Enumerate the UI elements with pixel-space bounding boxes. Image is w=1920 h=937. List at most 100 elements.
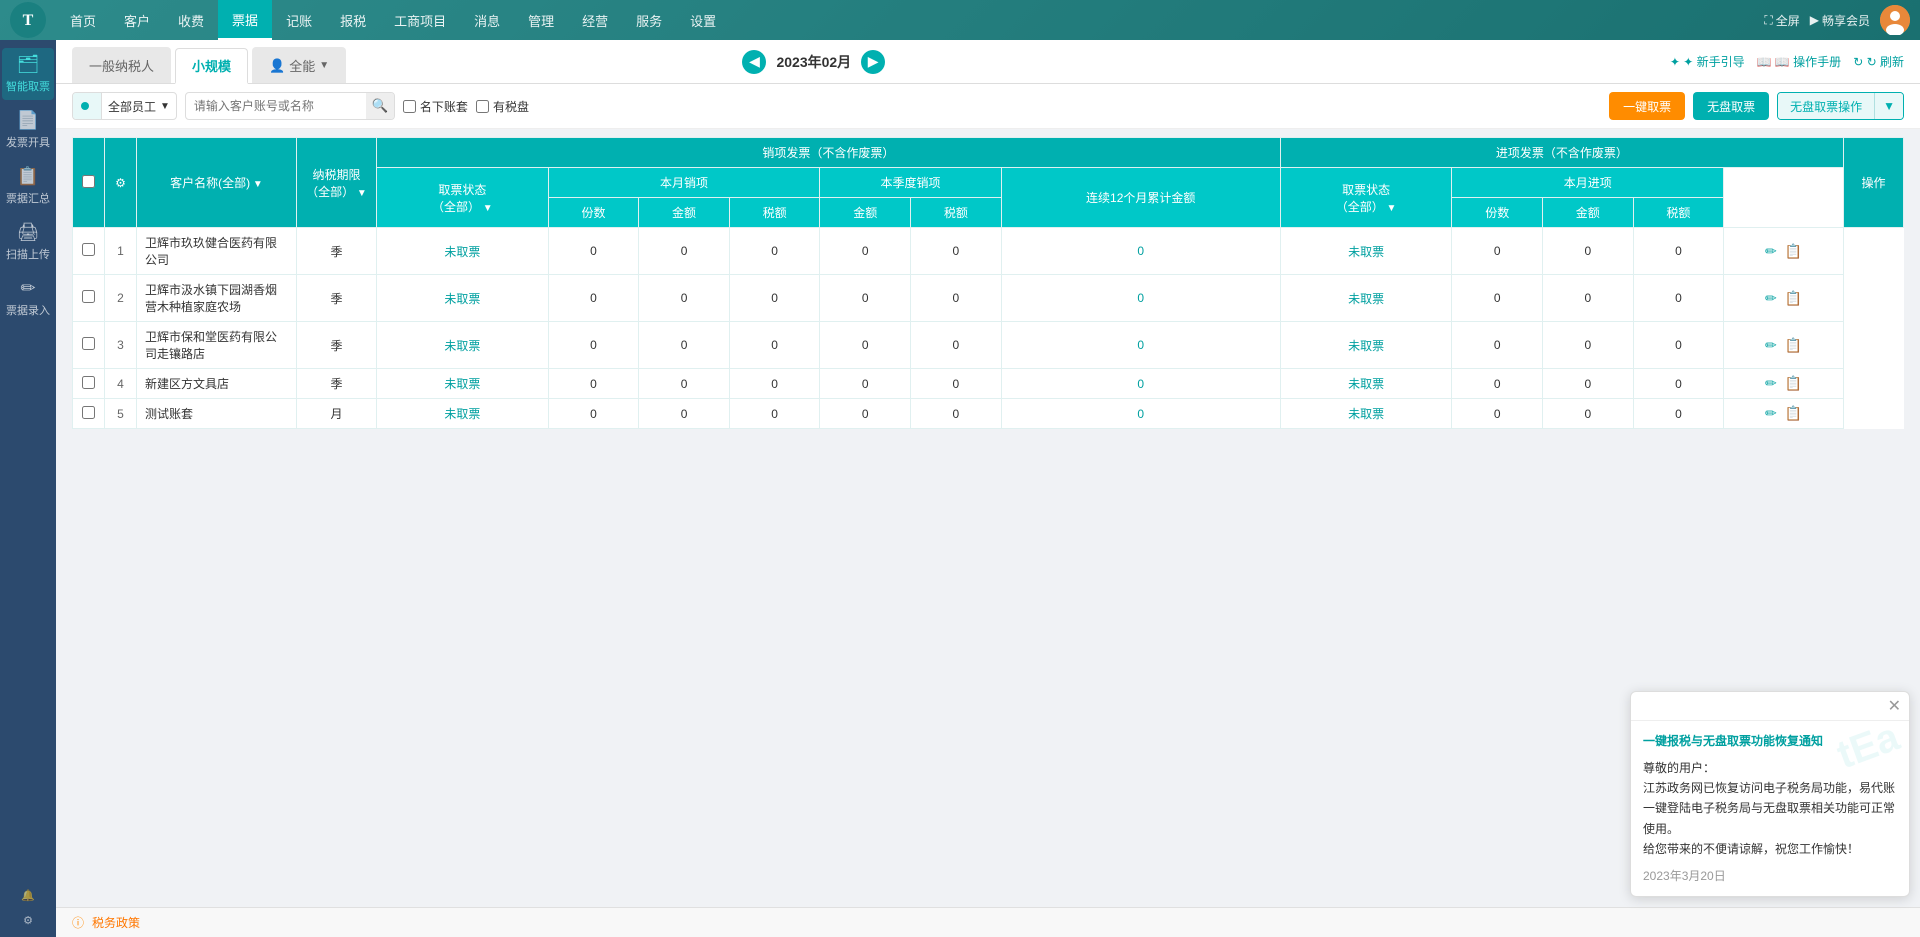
entry-icon: ✏ <box>20 278 35 299</box>
nav-message[interactable]: 消息 <box>460 0 514 40</box>
period-prev-btn[interactable]: ◀ <box>742 50 766 74</box>
th-p-month-count: 份数 <box>1452 198 1543 228</box>
new-guide-link[interactable]: ✦ ✦ 新手引导 <box>1670 53 1745 70</box>
row-view-icon[interactable]: 📋 <box>1785 243 1802 260</box>
manual-link[interactable]: 📖 📖 操作手册 <box>1757 53 1842 70</box>
row-edit-icon[interactable]: ✏ <box>1765 243 1777 260</box>
refresh-link[interactable]: ↻ ↻ 刷新 <box>1853 53 1904 70</box>
row-s-12month[interactable]: 0 <box>1001 399 1280 429</box>
tab-all-arrow: ▼ <box>319 60 329 71</box>
nav-accounting[interactable]: 记账 <box>272 0 326 40</box>
nav-settings[interactable]: 设置 <box>676 0 730 40</box>
sidebar-item-smart-invoice[interactable]: 🗂 智能取票 <box>2 48 54 100</box>
row-take-status-purchase: 未取票 <box>1280 228 1452 275</box>
sidebar-item-entry[interactable]: ✏ 票据录入 <box>2 272 54 324</box>
checkbox-label-myaccount[interactable]: 名下账套 <box>403 98 468 115</box>
row-view-icon[interactable]: 📋 <box>1785 290 1802 307</box>
th-12month: 连续12个月累计金额 <box>1001 168 1280 228</box>
nav-manage[interactable]: 管理 <box>514 0 568 40</box>
row-s-quarter-amount: 0 <box>820 322 911 369</box>
tab-general[interactable]: 一般纳税人 <box>72 47 171 83</box>
notif-close-btn[interactable]: ✕ <box>1888 696 1901 716</box>
row-select-2[interactable] <box>82 337 95 350</box>
sidebar-item-summary[interactable]: 📋 票据汇总 <box>2 160 54 212</box>
member-btn[interactable]: ▶ 畅享会员 <box>1810 12 1870 29</box>
nav-home[interactable]: 首页 <box>56 0 110 40</box>
row-s-quarter-tax: 0 <box>911 322 1002 369</box>
row-view-icon[interactable]: 📋 <box>1785 375 1802 392</box>
smart-invoice-icon: 🗂 <box>17 54 40 75</box>
row-s-month-tax: 0 <box>729 322 820 369</box>
row-s-month-amount: 0 <box>639 275 730 322</box>
one-click-btn[interactable]: 一键取票 <box>1609 92 1685 120</box>
row-number: 2 <box>105 275 137 322</box>
select-value[interactable]: 全部员工 ▼ <box>102 98 176 115</box>
row-s-month-count: 0 <box>548 275 639 322</box>
row-s-month-count: 0 <box>548 228 639 275</box>
row-number: 5 <box>105 399 137 429</box>
sidebar-item-scan-upload[interactable]: 🖨 扫描上传 <box>2 216 54 268</box>
th-client[interactable]: 客户名称(全部) <box>137 138 297 228</box>
employee-select[interactable]: 全部员工 ▼ <box>72 92 177 120</box>
notif-title: 一键报税与无盘取票功能恢复通知 <box>1643 731 1897 751</box>
nav-client[interactable]: 客户 <box>110 0 164 40</box>
tax-policy-link[interactable]: 税务政策 <box>92 914 140 931</box>
bottom-sidebar-settings[interactable]: ⚙ <box>2 910 54 931</box>
nav-service[interactable]: 服务 <box>622 0 676 40</box>
th-period[interactable]: 纳税期限（全部） <box>297 138 377 228</box>
nav-operation[interactable]: 经营 <box>568 0 622 40</box>
row-s-quarter-tax: 0 <box>911 228 1002 275</box>
row-select-4[interactable] <box>82 406 95 419</box>
row-checkbox[interactable] <box>73 369 105 399</box>
bottom-sidebar-notification[interactable]: 🔔 <box>2 885 54 906</box>
checkbox-taxdisk[interactable] <box>476 100 489 113</box>
row-view-icon[interactable]: 📋 <box>1785 405 1802 422</box>
th-take-status-purchase[interactable]: 取票状态（全部） <box>1280 168 1452 228</box>
tab-all[interactable]: 👤 全能 ▼ <box>252 47 346 83</box>
row-checkbox[interactable] <box>73 322 105 369</box>
checkbox-myaccount[interactable] <box>403 100 416 113</box>
period-next-btn[interactable]: ▶ <box>861 50 885 74</box>
row-period: 月 <box>297 399 377 429</box>
row-period: 季 <box>297 275 377 322</box>
nodisk-ops-arrow[interactable]: ▼ <box>1874 93 1903 119</box>
row-checkbox[interactable] <box>73 275 105 322</box>
select-all-checkbox[interactable] <box>82 175 95 188</box>
row-s-12month[interactable]: 0 <box>1001 322 1280 369</box>
fullscreen-btn[interactable]: ⛶ 全屏 <box>1764 12 1799 29</box>
th-settings: ⚙ <box>105 138 137 228</box>
nodisk-ops-main[interactable]: 无盘取票操作 <box>1778 93 1874 119</box>
no-disk-btn[interactable]: 无盘取票 <box>1693 92 1769 120</box>
row-edit-icon[interactable]: ✏ <box>1765 290 1777 307</box>
row-p-month-count: 0 <box>1452 322 1543 369</box>
tab-small-scale[interactable]: 小规模 <box>175 48 248 84</box>
row-client: 卫辉市玖玖健合医药有限公司 <box>137 228 297 275</box>
user-avatar[interactable] <box>1880 5 1910 35</box>
row-select-1[interactable] <box>82 290 95 303</box>
row-number: 1 <box>105 228 137 275</box>
app-logo[interactable]: T <box>10 2 46 38</box>
nav-fee[interactable]: 收费 <box>164 0 218 40</box>
th-take-status-sales[interactable]: 取票状态（全部） <box>377 168 549 228</box>
row-checkbox[interactable] <box>73 228 105 275</box>
row-s-12month[interactable]: 0 <box>1001 228 1280 275</box>
nav-invoice[interactable]: 票据 <box>218 0 272 40</box>
row-checkbox[interactable] <box>73 399 105 429</box>
row-select-0[interactable] <box>82 243 95 256</box>
sidebar-item-issue-invoice[interactable]: 📄 发票开具 <box>2 104 54 156</box>
search-button[interactable]: 🔍 <box>366 92 394 120</box>
row-s-12month[interactable]: 0 <box>1001 369 1280 399</box>
checkbox-label-taxdisk[interactable]: 有税盘 <box>476 98 529 115</box>
row-edit-icon[interactable]: ✏ <box>1765 375 1777 392</box>
nav-tax[interactable]: 报税 <box>326 0 380 40</box>
row-s-month-tax: 0 <box>729 369 820 399</box>
row-select-3[interactable] <box>82 376 95 389</box>
row-edit-icon[interactable]: ✏ <box>1765 405 1777 422</box>
search-input[interactable] <box>186 99 366 113</box>
nav-business[interactable]: 工商项目 <box>380 0 460 40</box>
th-checkbox <box>73 138 105 228</box>
row-edit-icon[interactable]: ✏ <box>1765 337 1777 354</box>
row-view-icon[interactable]: 📋 <box>1785 337 1802 354</box>
row-s-12month[interactable]: 0 <box>1001 275 1280 322</box>
row-action: ✏ 📋 <box>1724 275 1844 322</box>
